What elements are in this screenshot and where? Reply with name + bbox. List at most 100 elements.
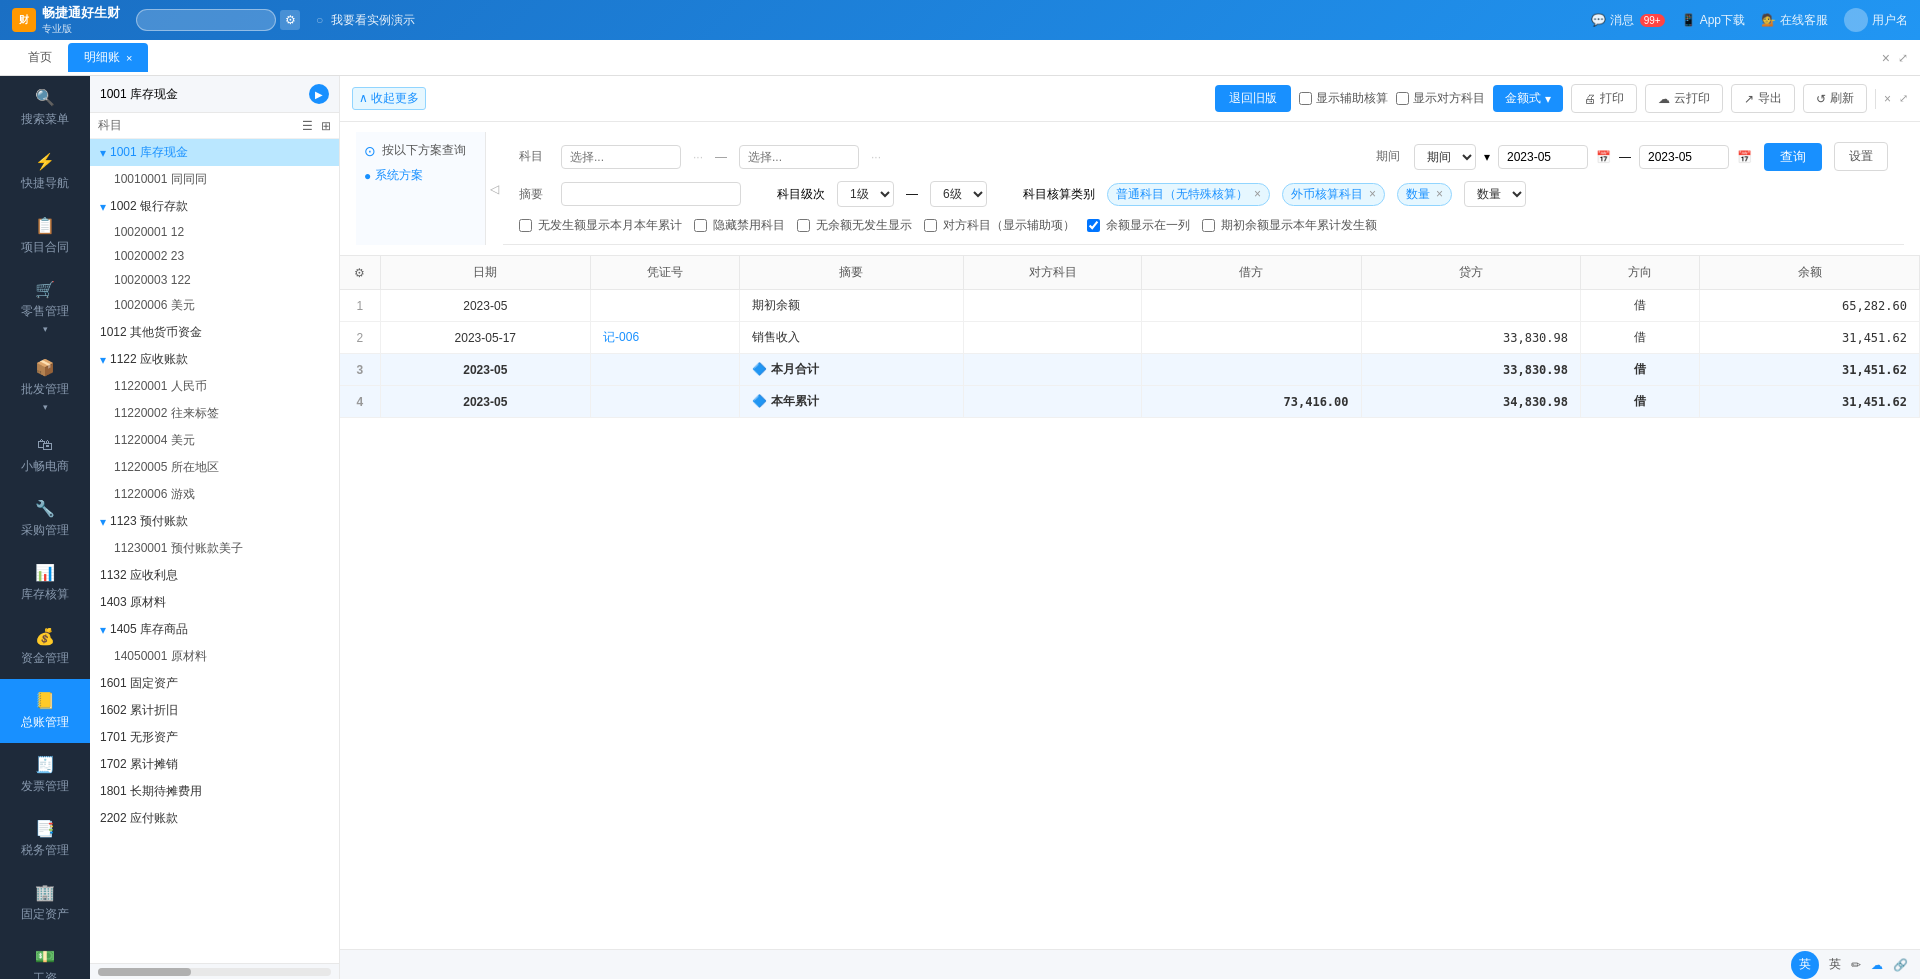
setting-btn[interactable]: 设置 <box>1834 142 1888 171</box>
sidebar-item-inventory[interactable]: 📊 库存核算 <box>0 551 90 615</box>
export-btn[interactable]: ↗ 导出 <box>1731 84 1795 113</box>
demo-link[interactable]: 我要看实例演示 <box>331 12 415 29</box>
tree-item-1002[interactable]: ▾ 1002 银行存款 <box>90 193 339 220</box>
navigate-btn[interactable]: ▶ <box>309 84 329 104</box>
tab-home[interactable]: 首页 <box>12 43 68 72</box>
tree-item-11220005[interactable]: 11220005 所在地区 <box>90 454 339 481</box>
tree-item-11220002[interactable]: 11220002 往来标签 <box>90 400 339 427</box>
tree-item-11220004[interactable]: 11220004 美元 <box>90 427 339 454</box>
period-cal-icon2[interactable]: 📅 <box>1737 150 1752 164</box>
tree-item-1405[interactable]: ▾ 1405 库存商品 <box>90 616 339 643</box>
sidebar-item-tax[interactable]: 📑 税务管理 <box>0 807 90 871</box>
tree-item-10020001[interactable]: 10020001 12 <box>90 220 339 244</box>
cb-balance-col[interactable]: 余额显示在一列 <box>1087 217 1190 234</box>
tree-item-1801[interactable]: 1801 长期待摊费用 <box>90 778 339 805</box>
tree-filter-icon[interactable]: ⊞ <box>321 119 331 133</box>
cb-hide-disabled[interactable]: 隐藏禁用科目 <box>694 217 785 234</box>
tree-item-1012[interactable]: 1012 其他货币资金 <box>90 319 339 346</box>
tree-item-11230001[interactable]: 11230001 预付账款美子 <box>90 535 339 562</box>
period-cal-icon1[interactable]: 📅 <box>1596 150 1611 164</box>
tree-item-1122[interactable]: ▾ 1122 应收账款 <box>90 346 339 373</box>
sidebar-item-salary[interactable]: 💵 工资 <box>0 935 90 979</box>
tree-item-1403[interactable]: 1403 原材料 <box>90 589 339 616</box>
tab-detail[interactable]: 明细账 × <box>68 43 148 72</box>
system-scheme-btn[interactable]: ● 系统方案 <box>364 167 477 184</box>
quantity-select[interactable]: 数量 <box>1464 181 1526 207</box>
th-settings[interactable]: ⚙ <box>340 256 380 290</box>
sidebar-item-quicknav[interactable]: ⚡ 快捷导航 <box>0 140 90 204</box>
cb-no-balance[interactable]: 无余额无发生显示 <box>797 217 912 234</box>
tag-quantity-close[interactable]: × <box>1436 187 1443 201</box>
sidebar-item-search[interactable]: 🔍 搜索菜单 <box>0 76 90 140</box>
panel-expand-btn[interactable]: ⤢ <box>1899 92 1908 105</box>
sidebar-item-finance[interactable]: 💰 资金管理 <box>0 615 90 679</box>
tree-item-1701[interactable]: 1701 无形资产 <box>90 724 339 751</box>
print-btn[interactable]: 🖨 打印 <box>1571 84 1637 113</box>
account-from-input[interactable] <box>561 145 681 169</box>
sidebar-item-ecommerce[interactable]: 🛍 小畅电商 <box>0 424 90 487</box>
close-window-btn[interactable]: × <box>1882 50 1890 66</box>
amount-format-btn[interactable]: 金额式 ▾ <box>1493 85 1563 112</box>
level-from-select[interactable]: 1级2级3级 <box>837 181 894 207</box>
more-btn[interactable]: ∧ 收起更多 <box>352 87 426 110</box>
tree-item-1123[interactable]: ▾ 1123 预付账款 <box>90 508 339 535</box>
panel-close-btn[interactable]: × <box>1884 92 1891 106</box>
tree-item-1601[interactable]: 1601 固定资产 <box>90 670 339 697</box>
sidebar-item-wholesale[interactable]: 📦 批发管理 ▾ <box>0 346 90 424</box>
show-helper-checkbox[interactable]: 显示辅助核算 <box>1299 90 1388 107</box>
search-btn[interactable]: 查询 <box>1764 143 1822 171</box>
voucher-link[interactable]: 记-006 <box>603 330 639 344</box>
level-to-select[interactable]: 6级1级2级 <box>930 181 987 207</box>
tree-sort-icon[interactable]: ☰ <box>302 119 313 133</box>
message-btn[interactable]: 💬 消息 99+ <box>1591 12 1665 29</box>
show-opposite-checkbox[interactable]: 显示对方科目 <box>1396 90 1485 107</box>
tree-item-11220001[interactable]: 11220001 人民币 <box>90 373 339 400</box>
tree-item-14050001[interactable]: 14050001 原材料 <box>90 643 339 670</box>
cloud-print-btn[interactable]: ☁ 云打印 <box>1645 84 1723 113</box>
period-start-input[interactable] <box>1498 145 1588 169</box>
tree-item-1602[interactable]: 1602 累计折旧 <box>90 697 339 724</box>
back-old-btn[interactable]: 退回旧版 <box>1215 85 1291 112</box>
tree-item-10020003[interactable]: 10020003 122 <box>90 268 339 292</box>
cloud-save-icon[interactable]: ☁ <box>1871 958 1883 972</box>
tree-item-1001[interactable]: ▾ 1001 库存现金 <box>90 139 339 166</box>
tree-item-1702[interactable]: 1702 累计摊销 <box>90 751 339 778</box>
tree-item-10020006[interactable]: 10020006 美元 <box>90 292 339 319</box>
sidebar-item-assets[interactable]: 🏢 固定资产 <box>0 871 90 935</box>
cb-opening[interactable]: 期初余额显示本年累计发生额 <box>1202 217 1377 234</box>
collapse-arrow[interactable]: ◁ <box>486 132 503 245</box>
period-end-input[interactable] <box>1639 145 1729 169</box>
tree-item-11220006[interactable]: 11220006 游戏 <box>90 481 339 508</box>
tag-normal-close[interactable]: × <box>1254 187 1261 201</box>
lang-btn[interactable]: 英 <box>1791 951 1819 979</box>
refresh-btn[interactable]: ↺ 刷新 <box>1803 84 1867 113</box>
online-service-btn[interactable]: 💁 在线客服 <box>1761 12 1828 29</box>
cb-opposite[interactable]: 对方科目（显示辅助项） <box>924 217 1075 234</box>
sidebar-item-contract[interactable]: 📋 项目合同 <box>0 204 90 268</box>
tree-item-1132[interactable]: 1132 应收利息 <box>90 562 339 589</box>
expand-window-btn[interactable]: ⤢ <box>1898 51 1908 65</box>
tree-item-2202[interactable]: 2202 应付账款 <box>90 805 339 832</box>
undo-icon[interactable]: 英 <box>1829 956 1841 973</box>
app-download-btn[interactable]: 📱 App下载 <box>1681 12 1745 29</box>
link-icon[interactable]: 🔗 <box>1893 958 1908 972</box>
tag-foreign-close[interactable]: × <box>1369 187 1376 201</box>
settings-icon[interactable]: ⚙ <box>280 10 300 30</box>
user-avatar[interactable]: 用户名 <box>1844 8 1908 32</box>
sidebar-item-purchase[interactable]: 🔧 采购管理 <box>0 487 90 551</box>
sidebar-item-invoice[interactable]: 🧾 发票管理 <box>0 743 90 807</box>
row-debit <box>1142 290 1361 322</box>
col-settings-icon[interactable]: ⚙ <box>354 266 365 280</box>
sidebar-item-retail[interactable]: 🛒 零售管理 ▾ <box>0 268 90 346</box>
edit-icon[interactable]: ✏ <box>1851 958 1861 972</box>
sidebar-item-ledger[interactable]: 📒 总账管理 <box>0 679 90 743</box>
inventory-icon: 📊 <box>35 563 55 582</box>
tree-item-10020002[interactable]: 10020002 23 <box>90 244 339 268</box>
period-mode-select[interactable]: 期间 <box>1414 144 1476 170</box>
search-input[interactable] <box>136 9 276 31</box>
account-to-input[interactable] <box>739 145 859 169</box>
tree-item-10010001[interactable]: 10010001 同同同 <box>90 166 339 193</box>
tab-close-btn[interactable]: × <box>126 52 132 64</box>
cb-no-amount[interactable]: 无发生额显示本月本年累计 <box>519 217 682 234</box>
summary-input[interactable] <box>561 182 741 206</box>
